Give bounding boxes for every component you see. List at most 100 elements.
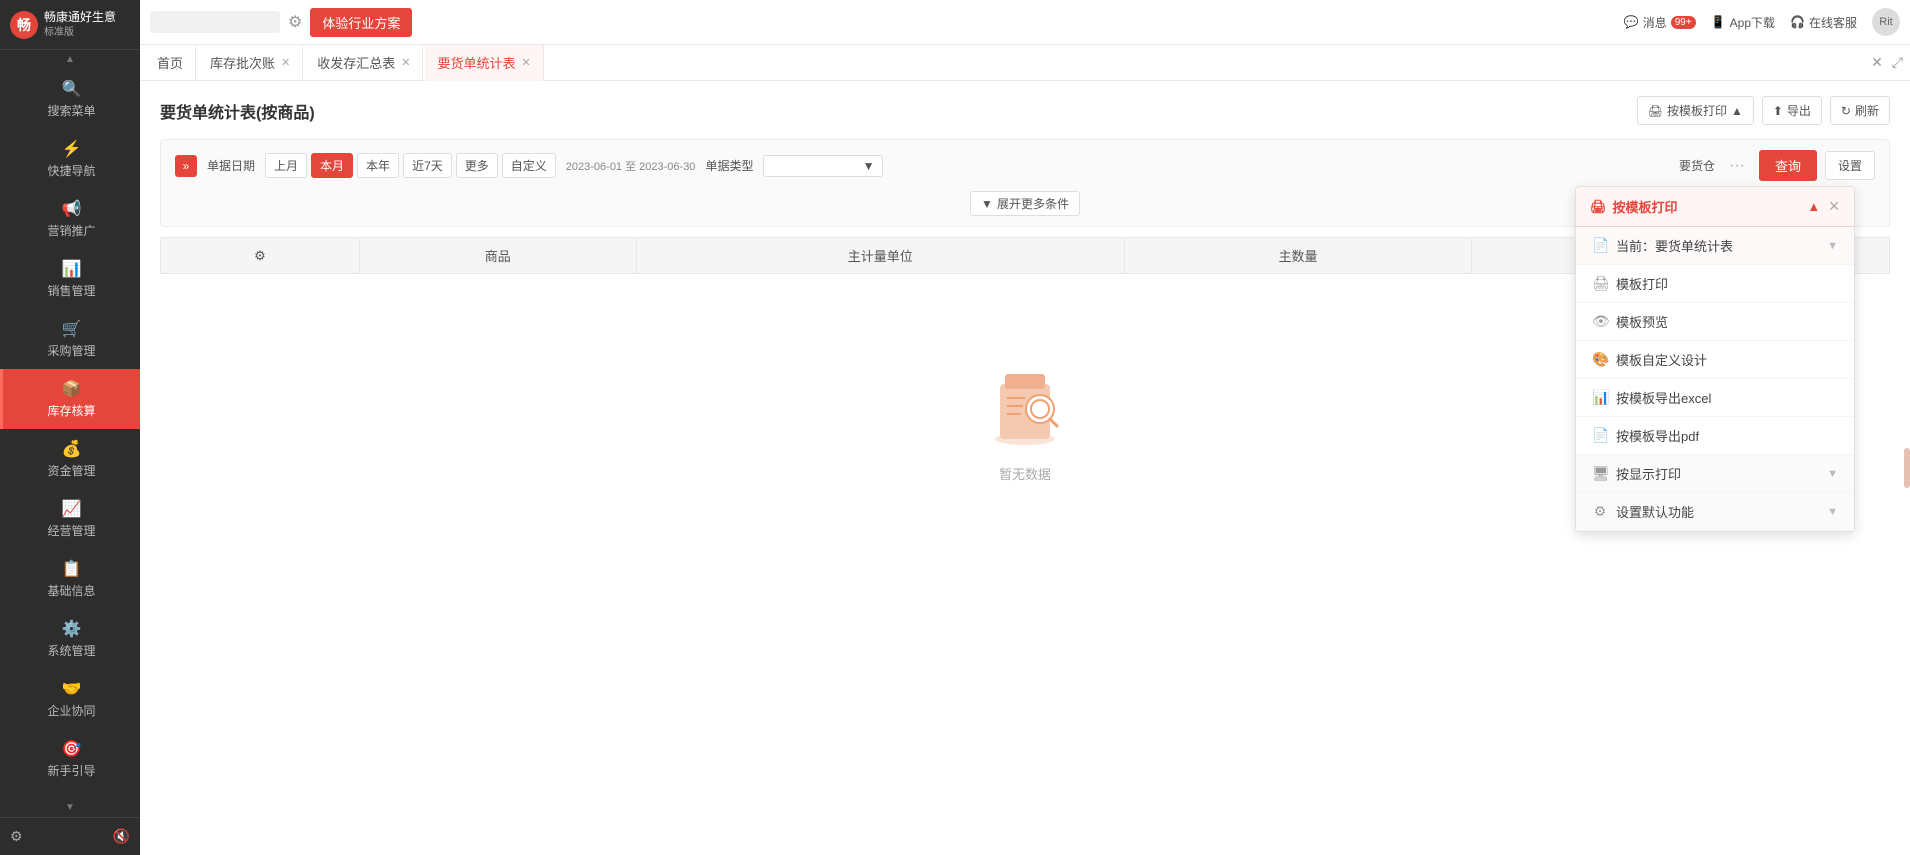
- logo-text: 畅康通好生意 标准版: [44, 10, 116, 39]
- sidebar-item-system[interactable]: ⚙️ 系统管理: [0, 609, 140, 669]
- filter-right: 要货仓 ··· 查询 设置: [1679, 150, 1875, 181]
- topbar: ⚙ 体验行业方案 💬 消息 99+ 📱 App下载 🎧 在线客服 Rit: [140, 0, 1910, 45]
- refresh-icon: ↻: [1841, 104, 1851, 118]
- more-btn[interactable]: 更多: [456, 153, 498, 178]
- current-template-arrow: ▼: [1827, 240, 1838, 252]
- empty-illustration: [975, 354, 1075, 454]
- tab-close-collection-summary[interactable]: ✕: [401, 56, 410, 69]
- chevron-up-icon: ▲: [1731, 104, 1743, 118]
- quicknav-icon: ⚡: [62, 139, 82, 159]
- settings-bottom-icon[interactable]: ⚙: [10, 828, 23, 845]
- export-icon: ⬆: [1773, 104, 1783, 118]
- empty-text: 暂无数据: [999, 464, 1051, 483]
- scrollbar-thumb[interactable]: [1904, 448, 1910, 488]
- expand-conditions-btn[interactable]: ▼ 展开更多条件: [970, 191, 1080, 216]
- export-btn[interactable]: ⬆ 导出: [1762, 96, 1822, 125]
- print-dropdown-header: 🖨 按模板打印 ▲ ✕: [1576, 187, 1854, 227]
- template-design-item[interactable]: 🎨 模板自定义设计: [1576, 341, 1854, 379]
- collab-icon: 🤝: [62, 679, 82, 699]
- page-title: 要货单统计表(按商品): [160, 99, 315, 123]
- sidebar-item-marketing[interactable]: 📢 营销推广: [0, 189, 140, 249]
- query-button[interactable]: 查询: [1759, 150, 1817, 181]
- trial-button[interactable]: 体验行业方案: [310, 8, 412, 37]
- expand-row-btn[interactable]: »: [175, 155, 197, 177]
- col-quantity: 主数量: [1124, 238, 1471, 274]
- tab-close-batch-account[interactable]: ✕: [281, 56, 290, 69]
- sidebar-bottom: ⚙ 🔇: [0, 817, 140, 855]
- date-label: 单据日期: [207, 157, 255, 174]
- tabbar: 首页 库存批次账 ✕ 收发存汇总表 ✕ 要货单统计表 ✕ ✕ ⤢: [140, 45, 1910, 81]
- template-preview-item[interactable]: 👁 模板预览: [1576, 303, 1854, 341]
- print-dropdown-title: 🖨 按模板打印: [1590, 197, 1678, 216]
- display-print-icon: 🖥: [1592, 465, 1608, 482]
- print-template-btn[interactable]: 🖨 按模板打印 ▲: [1637, 96, 1754, 125]
- settings-button[interactable]: 设置: [1825, 151, 1875, 180]
- sidebar-logo: 畅 畅康通好生意 标准版: [0, 0, 140, 50]
- doc-type-select[interactable]: ▼: [763, 155, 883, 177]
- sidebar-item-purchase[interactable]: 🛒 采购管理: [0, 309, 140, 369]
- marketing-icon: 📢: [62, 199, 82, 219]
- system-icon: ⚙️: [62, 619, 82, 639]
- current-template-item[interactable]: 📄 当前：要货单统计表 ▼: [1576, 227, 1854, 265]
- sidebar-item-apps[interactable]: 📱 应用中心: [0, 789, 140, 798]
- dropdown-close-icon[interactable]: ✕: [1828, 198, 1840, 215]
- display-print-item[interactable]: 🖥 按显示打印 ▼: [1576, 455, 1854, 493]
- gear-icon[interactable]: ⚙: [288, 12, 302, 32]
- export-pdf-item[interactable]: 📄 按模板导出pdf: [1576, 417, 1854, 455]
- prev-month-btn[interactable]: 上月: [265, 153, 307, 178]
- logo-icon: 畅: [10, 11, 38, 39]
- sidebar: 畅 畅康通好生意 标准版 ▲ 🔍 搜索菜单 ⚡ 快捷导航 📢 营销推广 📊 销售…: [0, 0, 140, 855]
- sidebar-item-operation[interactable]: 📈 经营管理: [0, 489, 140, 549]
- sidebar-item-finance[interactable]: 💰 资金管理: [0, 429, 140, 489]
- inventory-icon: 📦: [62, 379, 82, 399]
- template-print-icon: 🖨: [1592, 275, 1608, 292]
- notification-btn[interactable]: 💬 消息 99+: [1624, 14, 1696, 31]
- year-btn[interactable]: 本年: [357, 153, 399, 178]
- tab-close-order-stats[interactable]: ✕: [522, 56, 531, 69]
- col-unit: 主计量单位: [636, 238, 1124, 274]
- topbar-left: ⚙ 体验行业方案: [150, 8, 412, 37]
- basic-icon: 📋: [62, 559, 82, 579]
- phone-icon: 📱: [1711, 15, 1726, 29]
- tab-home[interactable]: 首页: [145, 45, 196, 81]
- tab-order-stats[interactable]: 要货单统计表 ✕: [425, 45, 543, 81]
- mute-bottom-icon[interactable]: 🔇: [113, 828, 130, 845]
- sidebar-item-newbie[interactable]: 🎯 新手引导: [0, 729, 140, 789]
- sidebar-item-search[interactable]: 🔍 搜索菜单: [0, 69, 140, 129]
- headset-icon: 🎧: [1790, 15, 1805, 29]
- refresh-btn[interactable]: ↻ 刷新: [1830, 96, 1890, 125]
- page-actions: 🖨 按模板打印 ▲ ⬆ 导出 ↻ 刷新: [1637, 96, 1890, 125]
- sidebar-item-quicknav[interactable]: ⚡ 快捷导航: [0, 129, 140, 189]
- export-excel-item[interactable]: 📊 按模板导出excel: [1576, 379, 1854, 417]
- purchase-icon: 🛒: [62, 319, 82, 339]
- online-service-btn[interactable]: 🎧 在线客服: [1790, 14, 1857, 31]
- chevron-up-icon-panel[interactable]: ▲: [1807, 199, 1820, 214]
- scroll-down-arrow[interactable]: ▼: [0, 798, 140, 817]
- search-input[interactable]: [150, 11, 280, 33]
- app-download-btn[interactable]: 📱 App下载: [1711, 14, 1775, 31]
- sidebar-item-inventory[interactable]: 📦 库存核算: [0, 369, 140, 429]
- custom-btn[interactable]: 自定义: [502, 153, 556, 178]
- tab-batch-account[interactable]: 库存批次账 ✕: [198, 45, 303, 81]
- scroll-up-arrow[interactable]: ▲: [0, 50, 140, 69]
- sidebar-item-sales[interactable]: 📊 销售管理: [0, 249, 140, 309]
- sidebar-item-basic[interactable]: 📋 基础信息: [0, 549, 140, 609]
- tab-collection-summary[interactable]: 收发存汇总表 ✕: [305, 45, 423, 81]
- col-settings[interactable]: ⚙: [161, 238, 360, 274]
- content-area: 要货单统计表(按商品) 🖨 按模板打印 ▲ ⬆ 导出 ↻ 刷新: [140, 81, 1910, 855]
- date-range-text: 2023-06-01 至 2023-06-30: [566, 158, 696, 174]
- avatar[interactable]: Rit: [1872, 8, 1900, 36]
- template-design-icon: 🎨: [1592, 351, 1608, 368]
- maximize-tab-icon[interactable]: ⤢: [1890, 52, 1905, 73]
- close-tab-icon[interactable]: ✕: [1869, 52, 1885, 73]
- current-month-btn[interactable]: 本月: [311, 153, 353, 178]
- template-print-item[interactable]: 🖨 模板打印: [1576, 265, 1854, 303]
- export-pdf-icon: 📄: [1592, 427, 1608, 444]
- notification-badge: 99+: [1671, 16, 1696, 29]
- week7-btn[interactable]: 近7天: [403, 153, 452, 178]
- search-icon: 🔍: [62, 79, 82, 99]
- default-func-item[interactable]: ⚙ 设置默认功能 ▼: [1576, 493, 1854, 531]
- sidebar-item-collab[interactable]: 🤝 企业协同: [0, 669, 140, 729]
- main-area: ⚙ 体验行业方案 💬 消息 99+ 📱 App下载 🎧 在线客服 Rit: [140, 0, 1910, 855]
- more-dots-icon[interactable]: ···: [1723, 155, 1751, 177]
